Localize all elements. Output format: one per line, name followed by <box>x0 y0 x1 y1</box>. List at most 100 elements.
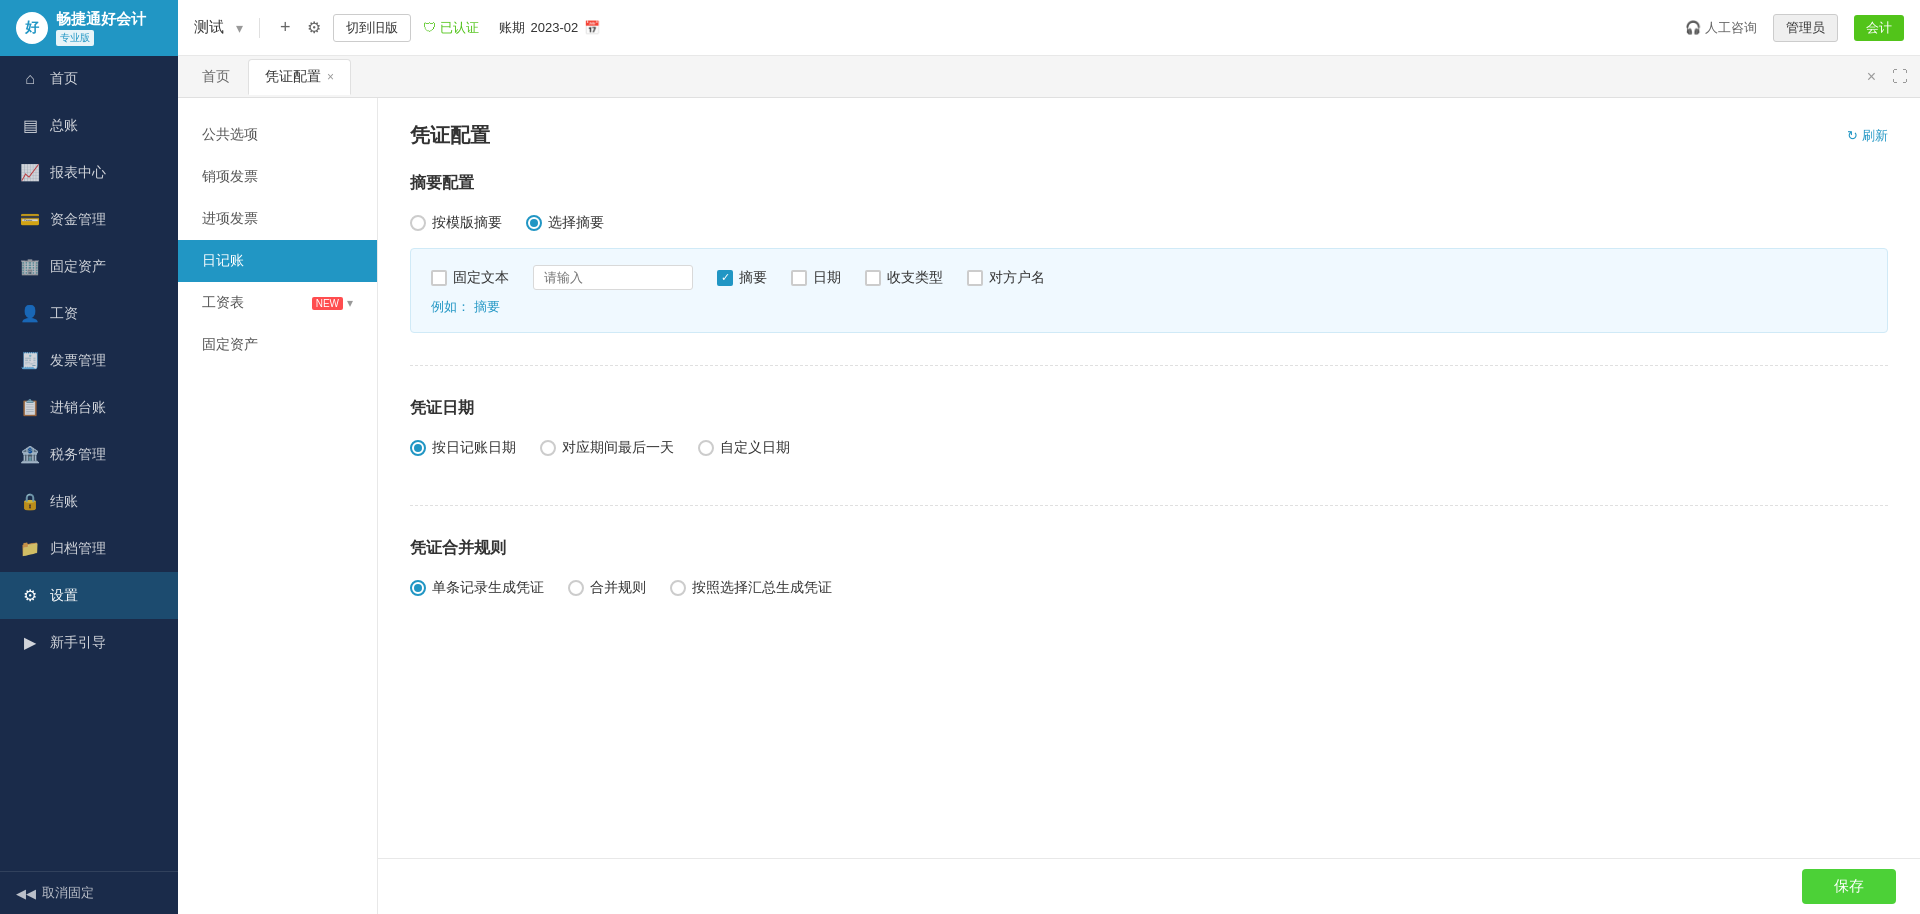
archive-icon: 📁 <box>20 539 40 558</box>
save-button[interactable]: 保存 <box>1802 869 1896 904</box>
summary-label: 摘要 <box>739 269 767 287</box>
left-nav: 公共选项 销项发票 进项发票 日记账 工资表 NEW ▾ 固定资产 <box>178 98 378 914</box>
tab-home[interactable]: 首页 <box>186 60 246 94</box>
tabbar: 首页 凭证配置 × × ⛶ <box>178 56 1920 98</box>
payroll-label: 工资表 <box>202 294 244 312</box>
checkbox-date[interactable]: 日期 <box>791 269 841 287</box>
settings-icon: ⚙ <box>20 586 40 605</box>
radio-circle-select <box>526 215 542 231</box>
radio-journal-date[interactable]: 按日记账日期 <box>410 439 516 457</box>
sidebar-item-label-tax: 税务管理 <box>50 446 106 464</box>
single-label: 单条记录生成凭证 <box>432 579 544 597</box>
checkbox-box-fixed-text <box>431 270 447 286</box>
fixed-text-input[interactable] <box>533 265 693 290</box>
sidebar-item-tax[interactable]: 🏦 税务管理 <box>0 431 178 478</box>
new-badge: NEW <box>312 297 343 310</box>
sidebar-item-label-home: 首页 <box>50 70 78 88</box>
income-type-label: 收支类型 <box>887 269 943 287</box>
pin-toggle[interactable]: ◀◀ 取消固定 <box>16 884 162 902</box>
sidebar-scroll: ⌂ 首页 ▤ 总账 📈 报表中心 💳 资金管理 🏢 固定资产 👤 工资 <box>0 56 178 871</box>
sidebar-item-guide[interactable]: ▶ 新手引导 <box>0 619 178 666</box>
add-company-button[interactable]: + <box>276 13 295 42</box>
pin-label: 取消固定 <box>42 884 94 902</box>
content-area: 公共选项 销项发票 进项发票 日记账 工资表 NEW ▾ 固定资产 <box>178 98 1920 914</box>
radio-select-merge[interactable]: 按照选择汇总生成凭证 <box>670 579 832 597</box>
sidebar-item-fixed[interactable]: 🏢 固定资产 <box>0 243 178 290</box>
sidebar-item-label-fixed: 固定资产 <box>50 258 106 276</box>
date-label: 日期 <box>813 269 841 287</box>
gear-button[interactable]: ⚙ <box>307 18 321 37</box>
period-label: 账期 <box>499 19 525 37</box>
company-dropdown[interactable]: ▾ <box>236 20 243 36</box>
checkbox-counterpart[interactable]: 对方户名 <box>967 269 1045 287</box>
sidebar: 好 畅捷通好会计 专业版 ⌂ 首页 ▤ 总账 📈 报表中心 💳 资金管理 <box>0 0 178 914</box>
summary-radio-group: 按模版摘要 选择摘要 <box>410 214 1888 232</box>
sidebar-item-close-accounts[interactable]: 🔒 结账 <box>0 478 178 525</box>
sidebar-item-label-invoice: 发票管理 <box>50 352 106 370</box>
sidebar-item-inout[interactable]: 📋 进销台账 <box>0 384 178 431</box>
report-icon: 📈 <box>20 163 40 182</box>
summary-title: 摘要配置 <box>410 173 1888 194</box>
radio-template[interactable]: 按模版摘要 <box>410 214 502 232</box>
close-accounts-icon: 🔒 <box>20 492 40 511</box>
refresh-button[interactable]: ↻ 刷新 <box>1847 127 1888 145</box>
left-nav-purchase[interactable]: 进项发票 <box>178 198 377 240</box>
close-tab-button[interactable]: × <box>1863 64 1880 90</box>
example-text-row: 例如： 摘要 <box>431 298 1867 316</box>
radio-template-label: 按模版摘要 <box>432 214 502 232</box>
radio-circle-period-last <box>540 440 556 456</box>
checkbox-row-1: 固定文本 摘要 日期 <box>431 265 1867 290</box>
counterpart-label: 对方户名 <box>989 269 1045 287</box>
merge-title: 凭证合并规则 <box>410 538 1888 559</box>
tab-close-icon[interactable]: × <box>327 70 334 84</box>
left-nav-sales[interactable]: 销项发票 <box>178 156 377 198</box>
calendar-icon[interactable]: 📅 <box>584 20 600 35</box>
sidebar-item-report[interactable]: 📈 报表中心 <box>0 149 178 196</box>
tab-voucher-label: 凭证配置 <box>265 68 321 86</box>
radio-select[interactable]: 选择摘要 <box>526 214 604 232</box>
fund-icon: 💳 <box>20 210 40 229</box>
sidebar-item-home[interactable]: ⌂ 首页 <box>0 56 178 102</box>
sidebar-item-label-guide: 新手引导 <box>50 634 106 652</box>
custom-date-label: 自定义日期 <box>720 439 790 457</box>
radio-merge-rule[interactable]: 合并规则 <box>568 579 646 597</box>
radio-single[interactable]: 单条记录生成凭证 <box>410 579 544 597</box>
sidebar-item-label-settings: 设置 <box>50 587 78 605</box>
period-value: 2023-02 <box>531 20 579 35</box>
left-nav-public[interactable]: 公共选项 <box>178 114 377 156</box>
checkbox-summary[interactable]: 摘要 <box>717 269 767 287</box>
arrow-icon: ▾ <box>347 296 353 310</box>
sidebar-item-ledger[interactable]: ▤ 总账 <box>0 102 178 149</box>
guide-icon: ▶ <box>20 633 40 652</box>
radio-circle-template <box>410 215 426 231</box>
left-nav-journal[interactable]: 日记账 <box>178 240 377 282</box>
service-button[interactable]: 🎧 人工咨询 <box>1685 19 1757 37</box>
tab-actions: × ⛶ <box>1863 64 1912 90</box>
sidebar-item-salary[interactable]: 👤 工资 <box>0 290 178 337</box>
inout-icon: 📋 <box>20 398 40 417</box>
radio-period-last[interactable]: 对应期间最后一天 <box>540 439 674 457</box>
tab-voucher-config[interactable]: 凭证配置 × <box>248 59 351 95</box>
sidebar-item-label-inout: 进销台账 <box>50 399 106 417</box>
left-nav-payroll[interactable]: 工资表 NEW ▾ <box>178 282 377 324</box>
sidebar-item-settings[interactable]: ⚙ 设置 <box>0 572 178 619</box>
sidebar-item-label-archive: 归档管理 <box>50 540 106 558</box>
fullscreen-button[interactable]: ⛶ <box>1888 64 1912 90</box>
company-name: 测试 <box>194 18 224 37</box>
logo-text-group: 畅捷通好会计 专业版 <box>56 10 146 46</box>
radio-circle-single <box>410 580 426 596</box>
checkbox-fixed-text[interactable]: 固定文本 <box>431 269 509 287</box>
checkbox-box-income-type <box>865 270 881 286</box>
radio-custom-date[interactable]: 自定义日期 <box>698 439 790 457</box>
checkbox-income-type[interactable]: 收支类型 <box>865 269 943 287</box>
left-nav-fixed-assets[interactable]: 固定资产 <box>178 324 377 366</box>
sidebar-item-archive[interactable]: 📁 归档管理 <box>0 525 178 572</box>
sidebar-item-invoice[interactable]: 🧾 发票管理 <box>0 337 178 384</box>
sidebar-item-fund[interactable]: 💳 资金管理 <box>0 196 178 243</box>
switch-version-button[interactable]: 切到旧版 <box>333 14 411 42</box>
right-content: 凭证配置 ↻ 刷新 摘要配置 按模版摘要 <box>378 98 1920 858</box>
user-button[interactable]: 管理员 <box>1773 14 1838 42</box>
certified-status: 🛡 已认证 <box>423 19 479 37</box>
sidebar-item-label-close: 结账 <box>50 493 78 511</box>
refresh-icon: ↻ <box>1847 128 1858 143</box>
